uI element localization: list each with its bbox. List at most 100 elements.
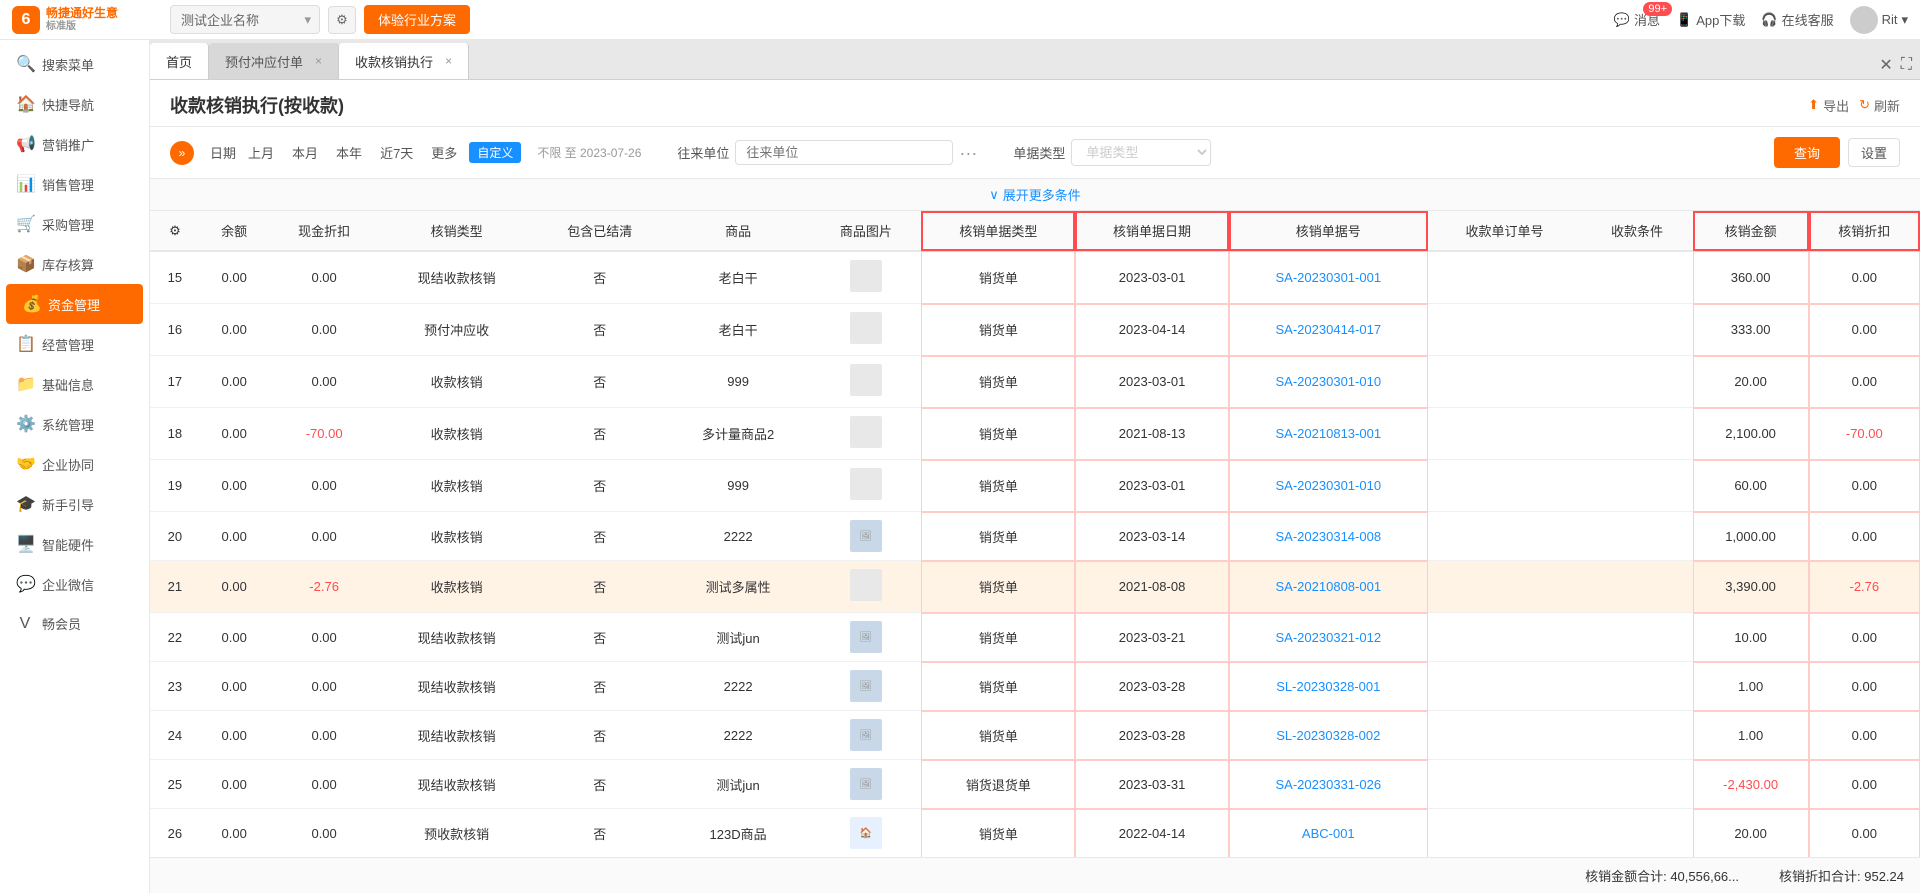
cell-verify-bill-no[interactable]: SL-20230328-001 — [1229, 662, 1428, 711]
sidebar-item-sales[interactable]: 📊 销售管理 — [0, 164, 149, 204]
date-custom-button[interactable]: 自定义 — [469, 142, 521, 163]
cell-verify-bill-no[interactable]: SA-20230301-010 — [1229, 356, 1428, 408]
bill-no-link[interactable]: SL-20230328-001 — [1276, 679, 1380, 694]
cell-goods: 999 — [666, 460, 810, 512]
data-table[interactable]: ⚙ 余额 现金折扣 核销类型 包含已结清 商品 商品图片 核销单据类型 核销单据… — [150, 211, 1920, 857]
tab-prepaid[interactable]: 预付冲应付单 × — [209, 43, 339, 79]
table-body: 15 0.00 0.00 现结收款核销 否 老白干 销货单 2023-03-01… — [150, 251, 1920, 857]
bill-no-link[interactable]: SA-20230331-026 — [1276, 777, 1382, 792]
cell-verify-bill-no[interactable]: SA-20230301-001 — [1229, 251, 1428, 304]
query-button[interactable]: 查询 — [1774, 137, 1840, 168]
bill-no-link[interactable]: SA-20230301-001 — [1276, 270, 1382, 285]
cell-verify-bill-no[interactable]: SA-20210813-001 — [1229, 408, 1428, 460]
date-this-month[interactable]: 本月 — [286, 141, 324, 164]
tab-maximize-button[interactable]: ⛶ — [1901, 56, 1912, 74]
cell-verify-discount: 0.00 — [1809, 251, 1920, 304]
cell-verify-bill-type: 销货单 — [921, 809, 1075, 858]
bill-no-link[interactable]: SA-20210808-001 — [1276, 579, 1382, 594]
cell-verify-bill-type: 销货单 — [921, 512, 1075, 561]
tab-receivable[interactable]: 收款核销执行 × — [339, 43, 469, 79]
sidebar-item-marketing[interactable]: 📢 营销推广 — [0, 124, 149, 164]
th-balance: 余额 — [200, 211, 269, 251]
table-row: 22 0.00 0.00 现结收款核销 否 测试jun 🖼 销货单 2023-0… — [150, 613, 1920, 662]
date-more[interactable]: 更多 — [425, 141, 463, 164]
cell-goods-img — [810, 460, 921, 512]
cell-verify-bill-no[interactable]: SL-20230328-002 — [1229, 711, 1428, 760]
cell-verify-bill-date: 2023-03-01 — [1075, 356, 1229, 408]
cell-goods-img — [810, 561, 921, 613]
sidebar-item-guide[interactable]: 🎓 新手引导 — [0, 484, 149, 524]
sidebar-label-funds: 资金管理 — [48, 295, 100, 314]
cell-verify-bill-no[interactable]: SA-20210808-001 — [1229, 561, 1428, 613]
industry-solution-button[interactable]: 体验行业方案 — [364, 5, 470, 34]
cell-verify-bill-no[interactable]: SA-20230301-010 — [1229, 460, 1428, 512]
sidebar-item-hardware[interactable]: 🖥️ 智能硬件 — [0, 524, 149, 564]
refresh-button[interactable]: ↻ 刷新 — [1859, 96, 1900, 115]
cell-verify-bill-no[interactable]: SA-20230314-008 — [1229, 512, 1428, 561]
date-7days[interactable]: 近7天 — [374, 141, 419, 164]
bill-no-link[interactable]: SA-20230301-010 — [1276, 478, 1382, 493]
cell-verify-bill-no[interactable]: ABC-001 — [1229, 809, 1428, 858]
company-selector[interactable]: 测试企业名称 ▾ — [170, 5, 320, 34]
bill-no-link[interactable]: SA-20230414-017 — [1276, 322, 1382, 337]
tab-receivable-close[interactable]: × — [445, 54, 452, 68]
bill-no-link[interactable]: SA-20230321-012 — [1276, 630, 1382, 645]
tab-home[interactable]: 首页 — [150, 43, 209, 79]
filter-settings-button[interactable]: 设置 — [1848, 138, 1900, 167]
page-title: 收款核销执行(按收款) — [170, 92, 344, 118]
online-service-button[interactable]: 🎧 在线客服 — [1761, 10, 1833, 29]
sidebar-item-shortcuts[interactable]: 🏠 快捷导航 — [0, 84, 149, 124]
expand-conditions-button[interactable]: ∨ 展开更多条件 — [989, 185, 1081, 204]
table-row: 21 0.00 -2.76 收款核销 否 测试多属性 销货单 2021-08-0… — [150, 561, 1920, 613]
export-button[interactable]: ⬆ 导出 — [1808, 96, 1849, 115]
date-last-month[interactable]: 上月 — [242, 141, 280, 164]
cell-cash-discount: 0.00 — [269, 304, 380, 356]
receipt-type-select[interactable]: 单据类型 — [1071, 139, 1211, 166]
unit-more-icon[interactable]: ··· — [959, 144, 977, 162]
cell-verify-bill-no[interactable]: SA-20230331-026 — [1229, 760, 1428, 809]
cell-included-settled: 否 — [533, 760, 665, 809]
sidebar-item-enterprise[interactable]: 🤝 企业协同 — [0, 444, 149, 484]
goods-image: 🖼 — [850, 768, 882, 800]
refresh-label: 刷新 — [1874, 96, 1900, 115]
sidebar-item-basic[interactable]: 📁 基础信息 — [0, 364, 149, 404]
cell-seq: 19 — [150, 460, 200, 512]
date-this-year[interactable]: 本年 — [330, 141, 368, 164]
bill-no-link[interactable]: SA-20230301-010 — [1276, 374, 1382, 389]
gear-button[interactable]: ⚙ — [328, 6, 356, 34]
cell-verify-bill-no[interactable]: SA-20230321-012 — [1229, 613, 1428, 662]
tab-close-all-button[interactable]: ✕ — [1879, 55, 1892, 75]
export-label: 导出 — [1823, 96, 1849, 115]
sidebar-item-purchase[interactable]: 🛒 采购管理 — [0, 204, 149, 244]
cell-verify-type: 现结收款核销 — [380, 251, 534, 304]
sidebar-item-inventory[interactable]: 📦 库存核算 — [0, 244, 149, 284]
th-goods-img: 商品图片 — [810, 211, 921, 251]
th-verify-bill-type: 核销单据类型 — [921, 211, 1075, 251]
cell-verify-bill-type: 销货单 — [921, 356, 1075, 408]
app-download-button[interactable]: 📱 App下载 — [1676, 10, 1745, 29]
sidebar-item-member[interactable]: V 畅会员 — [0, 604, 149, 643]
cell-verify-bill-no[interactable]: SA-20230414-017 — [1229, 304, 1428, 356]
sidebar-item-system[interactable]: ⚙️ 系统管理 — [0, 404, 149, 444]
app-download-icon: 📱 — [1676, 12, 1692, 28]
notification-button[interactable]: 💬 消息 99+ — [1614, 10, 1660, 29]
sidebar-label-inventory: 库存核算 — [42, 255, 94, 274]
bill-no-link[interactable]: ABC-001 — [1302, 826, 1355, 841]
cell-balance: 0.00 — [200, 809, 269, 858]
sidebar-item-wechat[interactable]: 💬 企业微信 — [0, 564, 149, 604]
unit-input[interactable] — [735, 140, 953, 165]
user-menu[interactable]: Rit ▾ — [1850, 6, 1908, 34]
tab-prepaid-close[interactable]: × — [315, 54, 322, 68]
collapse-filter-button[interactable]: » — [170, 141, 194, 165]
cell-seq: 15 — [150, 251, 200, 304]
filter-bar: » 日期 上月 本月 本年 近7天 更多 自定义 不限 至 2023-07-26… — [150, 127, 1920, 179]
bill-no-link[interactable]: SA-20210813-001 — [1276, 426, 1382, 441]
bill-no-link[interactable]: SL-20230328-002 — [1276, 728, 1380, 743]
sidebar-item-operations[interactable]: 📋 经营管理 — [0, 324, 149, 364]
bill-no-link[interactable]: SA-20230314-008 — [1276, 529, 1382, 544]
cell-verify-discount: 0.00 — [1809, 460, 1920, 512]
goods-image — [850, 569, 882, 601]
cell-receipt-condition — [1581, 760, 1692, 809]
sidebar-item-funds[interactable]: 💰 资金管理 — [6, 284, 143, 324]
sidebar-item-search[interactable]: 🔍 搜索菜单 — [0, 44, 149, 84]
